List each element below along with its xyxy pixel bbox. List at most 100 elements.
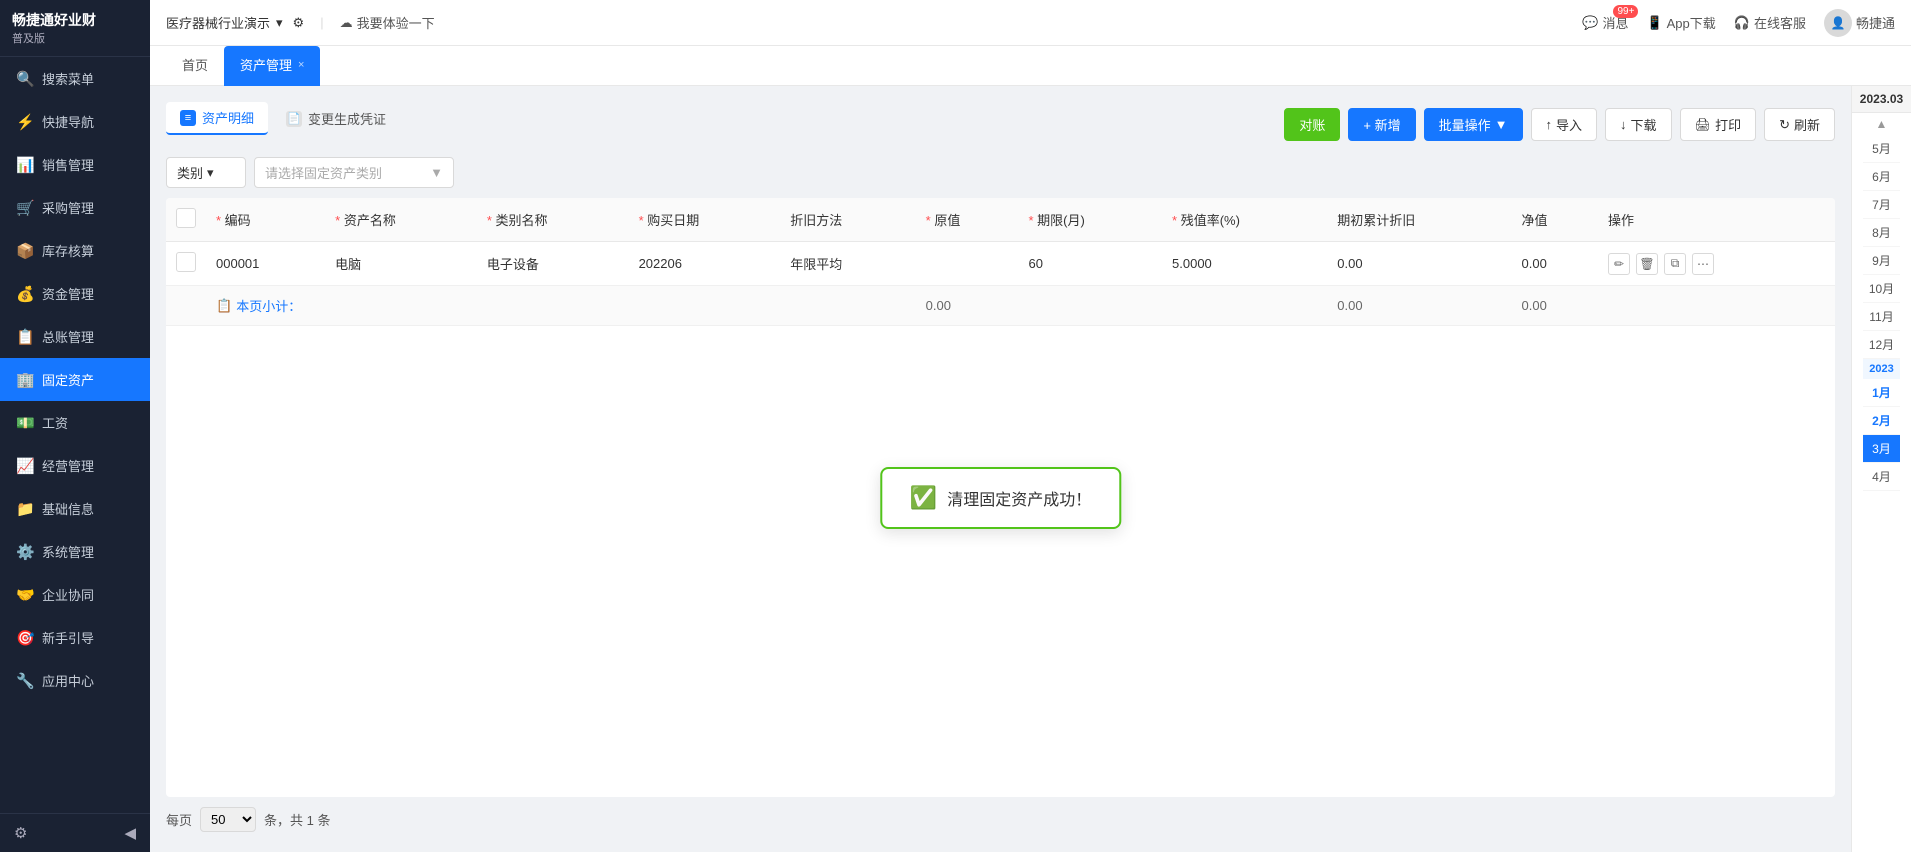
asset-table: 编码 资产名称 类别名称 购买日期 折旧方法 原值 期限(月) 残值率(%) 期… — [166, 198, 1835, 326]
edit-button[interactable]: ✏ — [1608, 253, 1630, 275]
right-panel: ◀ 2023.03 ▲ 5月6月7月8月9月10月11月12月20231月2月3… — [1851, 86, 1911, 852]
more-button[interactable]: ⋯ — [1692, 253, 1714, 275]
sidebar-item-quick-nav[interactable]: ⚡快捷导航 — [0, 100, 150, 143]
calendar-month-2023-3月[interactable]: 3月 — [1863, 435, 1900, 463]
content-area: ≡资产明细📄变更生成凭证 对账 + 新增 批量操作 ▼ ↑ 导入 ↓ 下载 — [150, 86, 1911, 852]
calendar-month-12月[interactable]: 12月 — [1863, 331, 1900, 359]
settings-gear-icon[interactable]: ⚙ — [293, 15, 305, 31]
online-service-button[interactable]: 🎧 在线客服 — [1734, 13, 1806, 32]
total-label: 条，共 1 条 — [264, 810, 330, 829]
batch-ops-button[interactable]: 批量操作 ▼ — [1424, 108, 1523, 141]
import-label: 导入 — [1556, 115, 1582, 134]
purchase-icon: 🛒 — [16, 199, 34, 217]
tab-close-asset-mgmt[interactable]: × — [298, 59, 304, 71]
subtotal-icon: 📋 — [216, 298, 232, 314]
app-download-button[interactable]: 📱 App下载 — [1646, 13, 1715, 32]
import-button[interactable]: ↑ 导入 — [1531, 108, 1598, 141]
calendar-month-11月[interactable]: 11月 — [1863, 303, 1900, 331]
row-checkbox[interactable] — [176, 252, 196, 272]
sidebar-item-label-payroll: 工资 — [42, 413, 68, 432]
col-code: 编码 — [206, 198, 325, 242]
logo-sub: 普及版 — [12, 30, 45, 46]
col-residual-rate: 残值率(%) — [1162, 198, 1327, 242]
sidebar-item-label-stock: 库存核算 — [42, 241, 94, 260]
sidebar-item-fixed-assets[interactable]: 🏢固定资产 — [0, 358, 150, 401]
calendar-month-6月[interactable]: 6月 — [1863, 163, 1900, 191]
sidebar-item-ledger[interactable]: 📋总账管理 — [0, 315, 150, 358]
collapse-icon[interactable]: ◀ — [124, 824, 136, 842]
col-net-value: 净值 — [1512, 198, 1599, 242]
settings-icon[interactable]: ⚙ — [14, 824, 27, 842]
sidebar-item-stock[interactable]: 📦库存核算 — [0, 229, 150, 272]
refresh-icon: ↻ — [1779, 117, 1790, 133]
table-body: 000001 电脑 电子设备 202206 年限平均 60 5.0000 0.0… — [166, 242, 1835, 326]
topbar-divider: | — [320, 15, 323, 30]
print-button[interactable]: 🖨 打印 — [1680, 108, 1757, 141]
calendar-month-8月[interactable]: 8月 — [1863, 219, 1900, 247]
per-page-label: 每页 — [166, 810, 192, 829]
sidebar-item-basic-info[interactable]: 📁基础信息 — [0, 487, 150, 530]
tab-home[interactable]: 首页 — [166, 46, 224, 86]
company-dropdown-icon: ▾ — [276, 15, 283, 31]
subtotal-text: 本页小计： — [236, 296, 301, 315]
pagination: 每页 50 10 20 100 条，共 1 条 — [166, 797, 1835, 836]
sidebar-item-sales[interactable]: 📊销售管理 — [0, 143, 150, 186]
filter-dropdown-icon: ▾ — [207, 165, 214, 181]
tab-asset-mgmt[interactable]: 资产管理 × — [224, 46, 320, 86]
category-filter[interactable]: 类别 ▾ — [166, 157, 246, 188]
subtotal-empty-1 — [166, 286, 206, 326]
subtab-change-voucher[interactable]: 📄变更生成凭证 — [272, 103, 400, 134]
experience-label: 我要体验一下 — [357, 13, 435, 32]
sidebar-item-label-sales: 销售管理 — [42, 155, 94, 174]
sidebar-item-search[interactable]: 🔍搜索菜单 — [0, 57, 150, 100]
subtotal-label-cell: 📋 本页小计： — [206, 286, 916, 326]
category-input[interactable]: 请选择固定资产类别 ▼ — [254, 157, 454, 188]
print-label: 打印 — [1715, 115, 1741, 134]
sidebar-item-label-system: 系统管理 — [42, 542, 94, 561]
calendar-month-2023-1月[interactable]: 1月 — [1863, 379, 1900, 407]
message-badge: 99+ — [1613, 5, 1638, 18]
messages-button[interactable]: 💬 消息 99+ — [1582, 13, 1628, 32]
subtab-asset-detail[interactable]: ≡资产明细 — [166, 102, 268, 135]
subtotal-net-value: 0.00 — [1512, 286, 1599, 326]
calendar-up-nav[interactable]: ▲ — [1874, 113, 1890, 135]
calendar-month-2023-2月[interactable]: 2月 — [1863, 407, 1900, 435]
content-main: ≡资产明细📄变更生成凭证 对账 + 新增 批量操作 ▼ ↑ 导入 ↓ 下载 — [150, 86, 1851, 852]
headset-icon: 🎧 — [1734, 15, 1750, 31]
calendar-month-9月[interactable]: 9月 — [1863, 247, 1900, 275]
new-button[interactable]: + 新增 — [1348, 108, 1415, 141]
sidebar-item-guide[interactable]: 🎯新手引导 — [0, 616, 150, 659]
payroll-icon: 💵 — [16, 414, 34, 432]
reconcile-button[interactable]: 对账 — [1284, 108, 1340, 141]
select-all-checkbox[interactable] — [176, 208, 196, 228]
guide-icon: 🎯 — [16, 629, 34, 647]
experience-button[interactable]: ☁ 我要体验一下 — [340, 13, 435, 32]
col-category: 类别名称 — [477, 198, 629, 242]
calendar-month-7月[interactable]: 7月 — [1863, 191, 1900, 219]
sidebar-item-payroll[interactable]: 💵 工资 — [0, 401, 150, 444]
row-actions-cell: ✏ 🗑 ⧉ ⋯ — [1598, 242, 1835, 286]
download-button[interactable]: ↓ 下载 — [1605, 108, 1672, 141]
sidebar-item-capital[interactable]: 💰资金管理 — [0, 272, 150, 315]
panel-toggle[interactable]: ◀ — [1851, 449, 1852, 489]
row-actions: ✏ 🗑 ⧉ ⋯ — [1608, 253, 1825, 275]
sidebar-item-app-center[interactable]: 🔧应用中心 — [0, 659, 150, 702]
category-placeholder: 请选择固定资产类别 — [265, 163, 382, 182]
table-wrapper: 编码 资产名称 类别名称 购买日期 折旧方法 原值 期限(月) 残值率(%) 期… — [166, 198, 1835, 797]
calendar-month-10月[interactable]: 10月 — [1863, 275, 1900, 303]
delete-button[interactable]: 🗑 — [1636, 253, 1658, 275]
user-menu[interactable]: 👤 畅捷通 — [1824, 9, 1895, 37]
calendar-month-5月[interactable]: 5月 — [1863, 135, 1900, 163]
refresh-button[interactable]: ↻ 刷新 — [1764, 108, 1835, 141]
sidebar-item-purchase[interactable]: 🛒采购管理 — [0, 186, 150, 229]
company-selector[interactable]: 医疗器械行业演示 ▾ ⚙ — [166, 13, 304, 32]
calendar-month-2023-4月[interactable]: 4月 — [1863, 463, 1900, 491]
sidebar-item-operations[interactable]: 📈经营管理 — [0, 444, 150, 487]
company-name: 医疗器械行业演示 — [166, 13, 270, 32]
sidebar-item-label-cooperation: 企业协同 — [42, 585, 94, 604]
sidebar-item-system[interactable]: ⚙️系统管理 — [0, 530, 150, 573]
sidebar-item-cooperation[interactable]: 🤝企业协同 — [0, 573, 150, 616]
per-page-select[interactable]: 50 10 20 100 — [200, 807, 256, 832]
avatar: 👤 — [1824, 9, 1852, 37]
copy-button[interactable]: ⧉ — [1664, 253, 1686, 275]
